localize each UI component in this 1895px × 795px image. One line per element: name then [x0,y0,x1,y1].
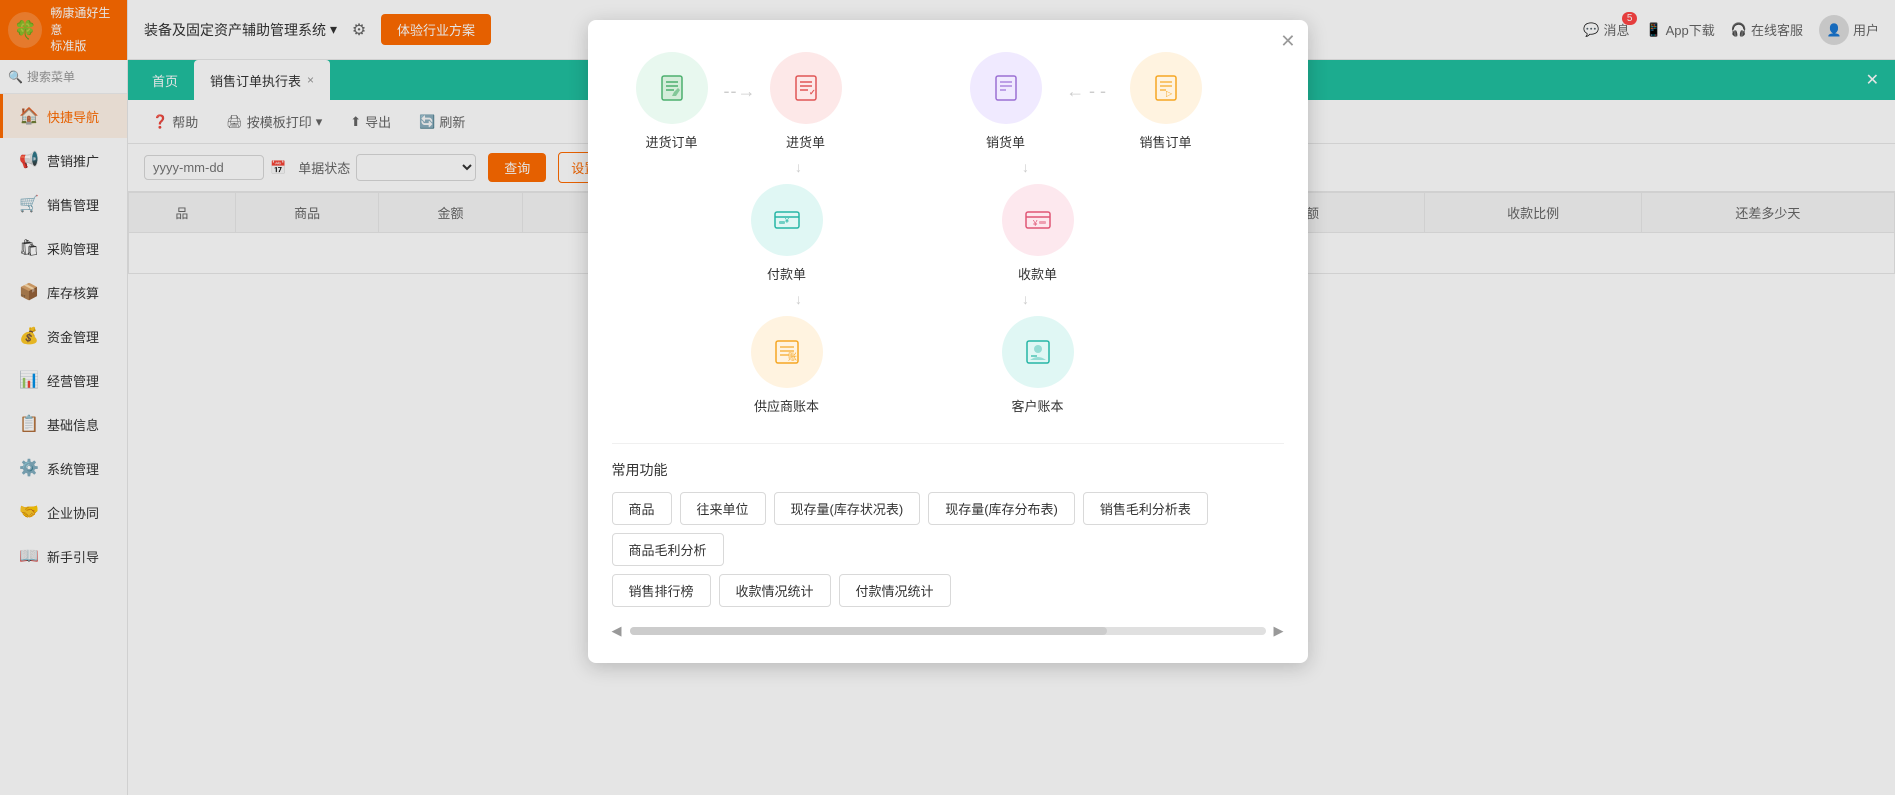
common-functions: 常用功能 商品 往来单位 现存量(库存状况表) 现存量(库存分布表) 销售毛利分… [612,443,1284,607]
flow-node-sale-slip: 销货单 [970,52,1042,151]
func-btn-2[interactable]: 现存量(库存状况表) [774,492,921,525]
customer-icon [1002,316,1074,388]
flow-modal: ✕ [588,20,1308,663]
receipt-icon: ¥ [1002,184,1074,256]
arrow-purchase: - - → [724,81,754,102]
scrollbar-track[interactable] [630,627,1266,635]
func-btn-4[interactable]: 销售毛利分析表 [1083,492,1208,525]
flow-node-sale-order: ▷ 销售订单 [1130,52,1202,151]
flow-node-purchase-order: 进货订单 [636,52,708,151]
func-btn-8[interactable]: 付款情况统计 [839,574,951,607]
func-btn-1[interactable]: 往来单位 [680,492,766,525]
function-grid-2: 销售排行榜 收款情况统计 付款情况统计 [612,574,1284,607]
common-functions-title: 常用功能 [612,460,1284,480]
flow-node-supplier: 账 供应商账本 [751,316,823,415]
purchase-order-icon [636,52,708,124]
modal-overlay[interactable]: ✕ [128,0,1895,795]
svg-text:¥: ¥ [785,218,789,225]
svg-text:¥: ¥ [1032,219,1038,228]
function-grid: 商品 往来单位 现存量(库存状况表) 现存量(库存分布表) 销售毛利分析表 商品… [612,492,1284,566]
main-content: 装备及固定资产辅助管理系统 ▾ ⚙ 体验行业方案 💬 消息 5 📱 App下载 … [128,0,1895,795]
func-btn-6[interactable]: 销售排行榜 [612,574,711,607]
scrollbar-thumb[interactable] [630,627,1107,635]
func-btn-5[interactable]: 商品毛利分析 [612,533,724,566]
modal-scrollbar-area: ◀ ▶ [612,623,1284,639]
func-btn-0[interactable]: 商品 [612,492,672,525]
svg-text:▷: ▷ [1166,89,1173,98]
flow-node-purchase-slip: ✓ 进货单 [770,52,842,151]
svg-text:账: 账 [788,352,797,362]
payment-icon: ¥ [751,184,823,256]
flow-node-receipt: ¥ 收款单 [1002,184,1074,283]
scroll-left-btn[interactable]: ◀ [612,623,622,639]
purchase-slip-icon: ✓ [770,52,842,124]
func-btn-7[interactable]: 收款情况统计 [719,574,831,607]
flow-node-payment: ¥ 付款单 [751,184,823,283]
svg-text:✓: ✓ [809,88,816,97]
modal-close-btn[interactable]: ✕ [1280,32,1295,50]
sale-slip-icon [970,52,1042,124]
sale-order-icon: ▷ [1130,52,1202,124]
flow-node-customer: 客户账本 [1002,316,1074,415]
scroll-right-btn[interactable]: ▶ [1274,623,1284,639]
supplier-icon: 账 [751,316,823,388]
func-btn-3[interactable]: 现存量(库存分布表) [928,492,1075,525]
